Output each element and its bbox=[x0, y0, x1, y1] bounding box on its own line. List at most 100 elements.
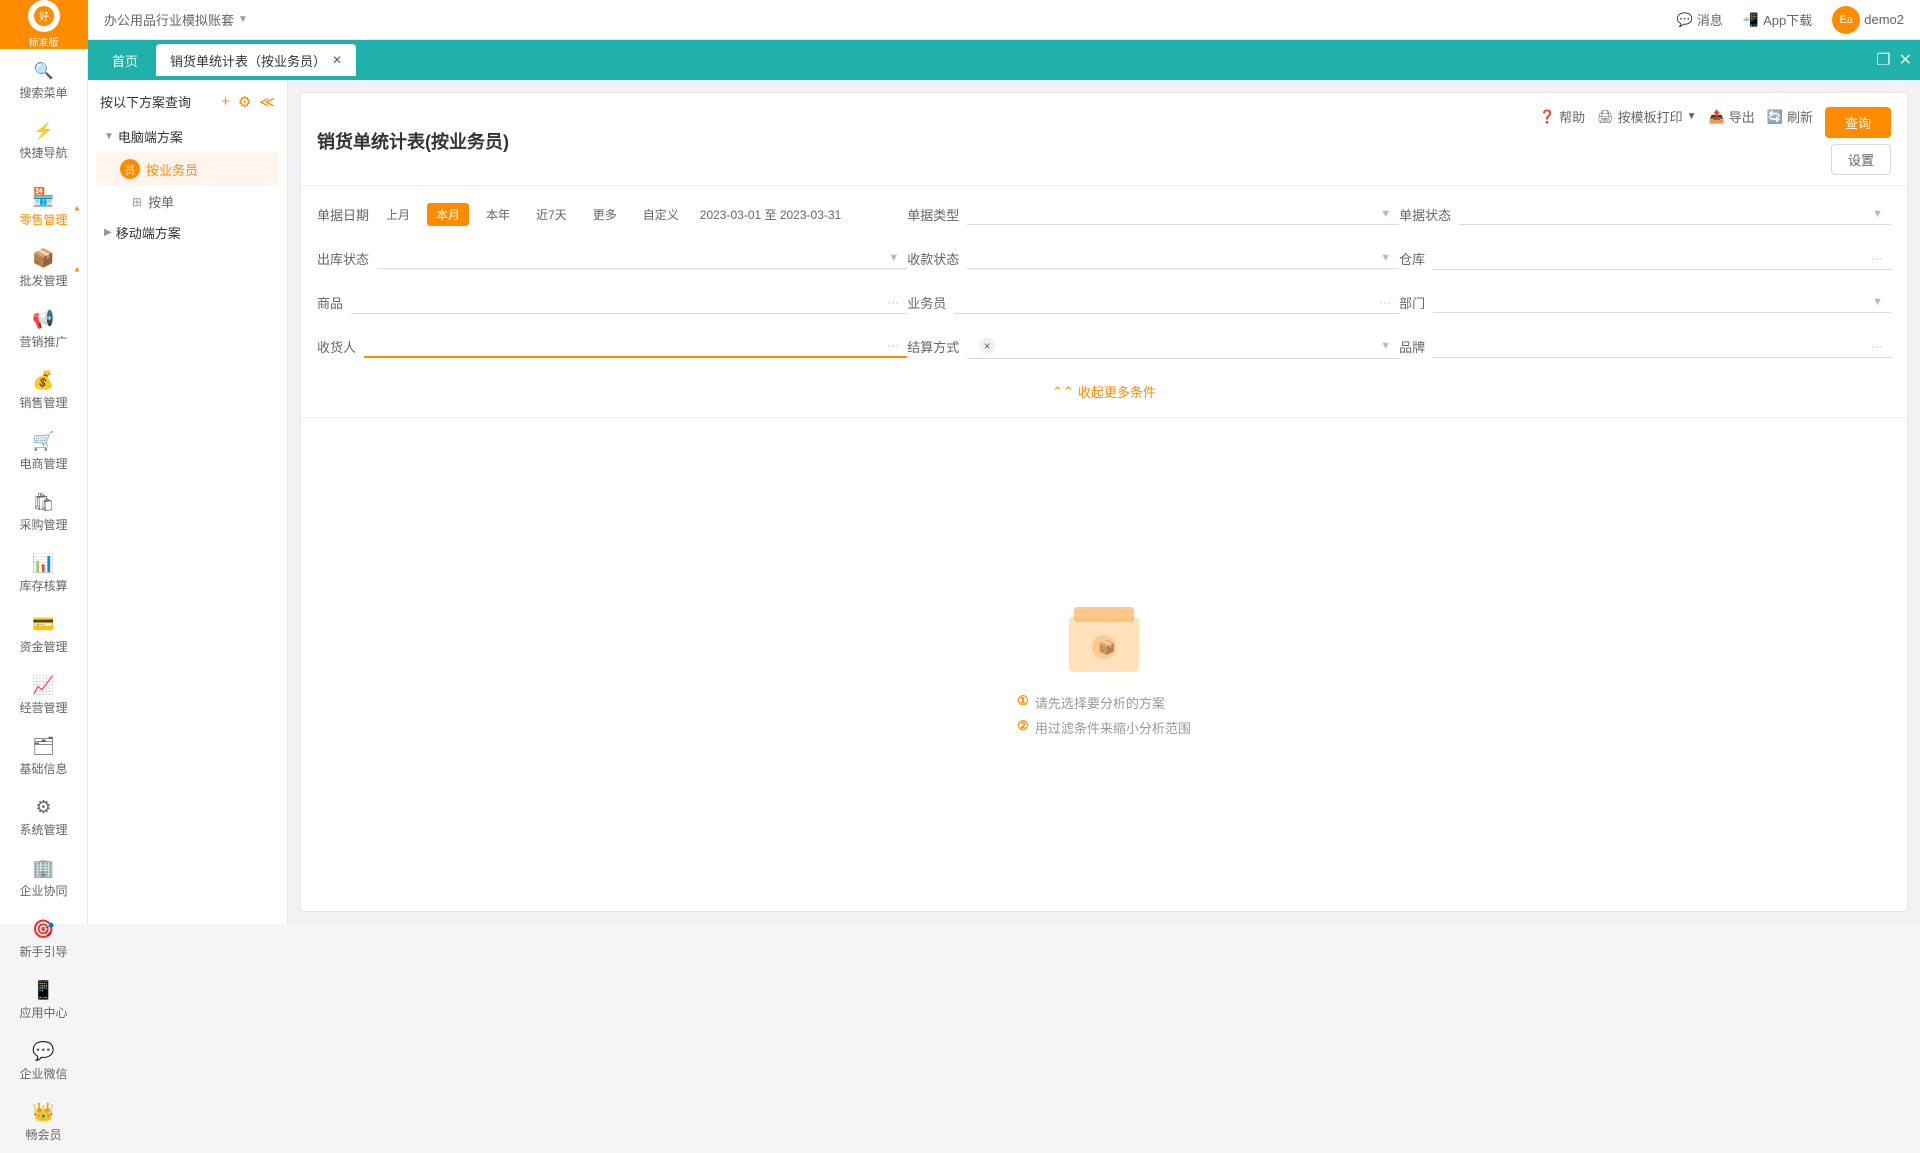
settlement-clear-icon[interactable]: × bbox=[979, 338, 995, 354]
close-window-icon[interactable]: ✕ bbox=[1899, 50, 1912, 70]
sales-icon: 💰 bbox=[32, 370, 54, 391]
mobile-scheme-title[interactable]: ▶ 移动端方案 bbox=[96, 217, 279, 248]
dept-dropdown-icon: ▼ bbox=[1872, 296, 1883, 308]
sidebar-item-enterprise[interactable]: 🏢 企业协同 bbox=[0, 848, 87, 909]
placeholder-image: 📦 bbox=[1054, 587, 1154, 677]
filter-settlement: 结算方式 × ▼ bbox=[907, 330, 1399, 362]
refresh-btn[interactable]: 🔄 刷新 bbox=[1767, 107, 1813, 126]
sidebar-item-inventory[interactable]: 📊 库存核算 bbox=[0, 543, 87, 604]
query-btn-area: 查询 设置 bbox=[1825, 107, 1891, 175]
print-btn[interactable]: 🖨 按模板打印 ▼ bbox=[1597, 107, 1696, 126]
collect-status-dropdown-icon: ▼ bbox=[1380, 252, 1391, 264]
ecommerce-icon: 🛒 bbox=[32, 431, 54, 452]
doc-status-dropdown-icon: ▼ bbox=[1872, 208, 1883, 220]
sidebar-item-system[interactable]: ⚙ 系统管理 bbox=[0, 787, 87, 848]
collect-status-input[interactable]: ▼ bbox=[967, 248, 1399, 269]
salesperson-input[interactable]: ··· bbox=[954, 291, 1399, 314]
sidebar-item-member[interactable]: 👑 畅会员 bbox=[0, 1092, 87, 1153]
topbar-right: 💬 消息 📲 App下载 Ea demo2 bbox=[1677, 6, 1904, 34]
collapse-filter-btn[interactable]: ⌃⌃ 收起更多条件 bbox=[317, 374, 1891, 405]
content-placeholder: 📦 ① 请先选择要分析的方案 ② 用过滤条件来缩小分析范围 bbox=[301, 418, 1907, 911]
scheme-item-by-order[interactable]: ⊞ 按单 bbox=[96, 186, 279, 217]
filter-salesperson: 业务员 ··· bbox=[907, 286, 1399, 318]
sidebar-item-purchase[interactable]: 🛍 采购管理 bbox=[0, 482, 87, 543]
sidebar-item-ecommerce[interactable]: 🛒 电商管理 bbox=[0, 421, 87, 482]
search-menu-item[interactable]: 🔍 搜索菜单 bbox=[19, 49, 67, 109]
company-selector[interactable]: 办公用品行业模拟账套 ▼ bbox=[104, 10, 248, 29]
out-status-input[interactable]: ▼ bbox=[377, 248, 907, 269]
collapse-panel-icon[interactable]: ≪ bbox=[259, 93, 275, 111]
tabbar: 首页 销货单统计表（按业务员） ✕ ❐ ✕ bbox=[88, 40, 1920, 80]
query-button[interactable]: 查询 bbox=[1825, 107, 1891, 138]
date-btn-this-year[interactable]: 本年 bbox=[477, 203, 519, 226]
receiver-dots-icon: ··· bbox=[887, 338, 899, 352]
settings-button[interactable]: 设置 bbox=[1831, 144, 1891, 175]
tabbar-actions: ❐ ✕ bbox=[1876, 50, 1912, 70]
mobile-scheme-group: ▶ 移动端方案 bbox=[88, 217, 287, 248]
filter-doc-type: 单据类型 ▼ bbox=[907, 198, 1399, 230]
left-panel-header: 按以下方案查询 + ⚙ ≪ bbox=[88, 92, 287, 121]
filter-collect-status: 收款状态 ▼ bbox=[907, 242, 1399, 274]
sidebar-item-wechat[interactable]: 💬 企业微信 bbox=[0, 1031, 87, 1092]
topbar-left: 办公用品行业模拟账套 ▼ bbox=[104, 10, 248, 29]
print-icon: 🖨 bbox=[1597, 109, 1614, 125]
sidebar-item-wholesale[interactable]: 📦 批发管理 bbox=[0, 238, 87, 299]
sidebar-item-newbie[interactable]: 🎯 新手引导 bbox=[0, 909, 87, 970]
avatar: Ea bbox=[1832, 6, 1860, 34]
date-btn-last-month[interactable]: 上月 bbox=[377, 203, 419, 226]
scheme-expand-icon: ▼ bbox=[104, 131, 114, 142]
dept-input[interactable]: ▼ bbox=[1433, 292, 1891, 313]
page-header: 销货单统计表(按业务员) ❓ 帮助 🖨 按模板打印 ▼ 📤 bbox=[301, 93, 1907, 186]
sidebar-item-retail[interactable]: 🏪 零售管理 bbox=[0, 177, 87, 238]
sidebar-item-apps[interactable]: 📱 应用中心 bbox=[0, 970, 87, 1031]
collapse-icon: ⌃⌃ bbox=[1052, 384, 1074, 400]
message-btn[interactable]: 💬 消息 bbox=[1677, 10, 1723, 29]
sidebar-item-sales[interactable]: 💰 销售管理 bbox=[0, 360, 87, 421]
receiver-input[interactable]: ··· bbox=[364, 334, 907, 358]
tab-home[interactable]: 首页 bbox=[96, 44, 154, 76]
doc-type-dropdown-icon: ▼ bbox=[1380, 208, 1391, 220]
restore-window-icon[interactable]: ❐ bbox=[1876, 50, 1890, 70]
quick-nav-item[interactable]: ⚡ 快捷导航 bbox=[19, 109, 67, 169]
export-btn[interactable]: 📤 导出 bbox=[1709, 107, 1755, 126]
tab-sales-stat[interactable]: 销货单统计表（按业务员） ✕ bbox=[156, 44, 356, 76]
sub-icon: ⊞ bbox=[132, 195, 142, 209]
warehouse-input[interactable]: ··· bbox=[1433, 247, 1891, 270]
app-download-btn[interactable]: 📲 App下载 bbox=[1743, 10, 1812, 29]
sidebar-item-finance[interactable]: 💳 资金管理 bbox=[0, 604, 87, 665]
brand-input[interactable]: ··· bbox=[1433, 335, 1891, 358]
filter-brand: 品牌 ··· bbox=[1399, 330, 1891, 362]
quick-nav-icon: ⚡ bbox=[34, 121, 54, 141]
enterprise-icon: 🏢 bbox=[32, 858, 54, 879]
sidebar-item-operations[interactable]: 📈 经营管理 bbox=[0, 665, 87, 726]
finance-icon: 💳 bbox=[32, 614, 54, 635]
sidebar-item-basic[interactable]: 🗂 基础信息 bbox=[0, 726, 87, 787]
scheme-item-by-salesperson[interactable]: 员 按业务员 bbox=[96, 152, 279, 186]
tab-close-icon[interactable]: ✕ bbox=[332, 53, 342, 67]
scheme-dot-icon: 员 bbox=[120, 159, 140, 179]
goods-dots-icon: ··· bbox=[887, 295, 899, 309]
sidebar-item-marketing[interactable]: 📢 营销推广 bbox=[0, 299, 87, 360]
scheme-settings-icon[interactable]: ⚙ bbox=[238, 93, 251, 111]
add-scheme-icon[interactable]: + bbox=[221, 93, 230, 111]
warehouse-dots-icon: ··· bbox=[1871, 251, 1883, 265]
app-logo[interactable]: 好 标准版 bbox=[0, 0, 88, 49]
help-btn[interactable]: ❓ 帮助 bbox=[1539, 107, 1585, 126]
system-icon: ⚙ bbox=[35, 797, 51, 818]
wholesale-icon: 📦 bbox=[32, 248, 54, 269]
date-btn-last-7[interactable]: 近7天 bbox=[527, 203, 576, 226]
doc-type-input[interactable]: ▼ bbox=[967, 204, 1399, 225]
dropdown-arrow-icon: ▼ bbox=[238, 14, 248, 25]
date-btn-this-month[interactable]: 本月 bbox=[427, 203, 469, 226]
doc-status-input[interactable]: ▼ bbox=[1459, 204, 1891, 225]
goods-input[interactable]: ··· bbox=[351, 291, 907, 314]
date-btn-more[interactable]: 更多 bbox=[584, 203, 626, 226]
date-btn-custom[interactable]: 自定义 bbox=[634, 203, 688, 226]
pc-scheme-title[interactable]: ▼ 电脑端方案 bbox=[96, 121, 279, 152]
user-menu[interactable]: Ea demo2 bbox=[1832, 6, 1904, 34]
export-icon: 📤 bbox=[1709, 109, 1725, 125]
date-filter-buttons: 上月 本月 本年 近7天 更多 自定义 2023-03-01 至 2023-03… bbox=[377, 203, 841, 226]
message-icon: 💬 bbox=[1677, 12, 1693, 28]
help-icon: ❓ bbox=[1539, 109, 1555, 125]
settlement-input[interactable]: × ▼ bbox=[967, 334, 1399, 359]
